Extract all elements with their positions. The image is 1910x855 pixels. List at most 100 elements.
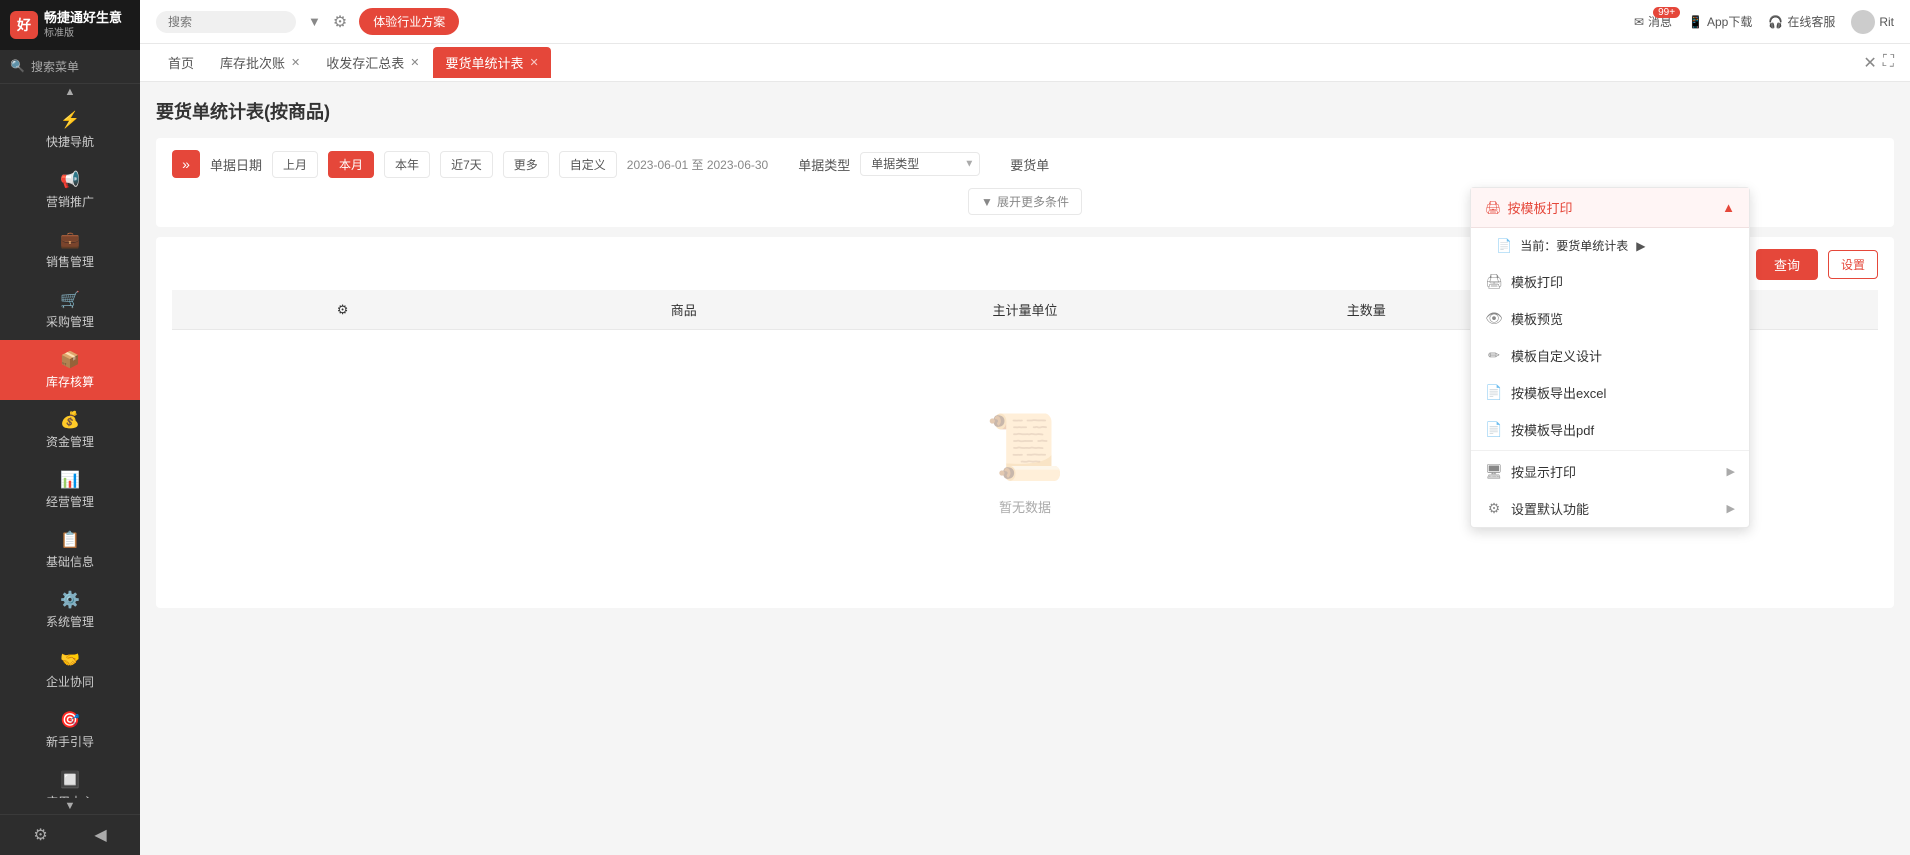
shortcut-icon: ⚡ [60,110,80,130]
tab-close-order-stats[interactable]: ✕ [530,56,539,69]
app-download-icon: 📱 [1688,15,1703,29]
message-btn[interactable]: ✉ 消息 99+ [1634,13,1672,30]
tab-order-stats[interactable]: 要货单统计表 ✕ [433,47,550,78]
template-preview-label: 模板预览 [1511,309,1563,328]
export-excel-icon: 📄 [1485,384,1503,401]
expand-label: 展开更多条件 [997,193,1069,210]
collab-icon: 🤝 [60,650,80,670]
col-unit: 主计量单位 [854,300,1195,319]
sidebar-item-shortcut[interactable]: ⚡ 快捷导航 [0,100,140,160]
tab-receivable-summary[interactable]: 收发存汇总表 ✕ [314,47,431,78]
sidebar-label-basic: 基础信息 [46,553,94,570]
set-default-chevron-icon: ▶ [1727,502,1735,515]
sidebar-item-collab[interactable]: 🤝 企业协同 [0,640,140,700]
dropdown-export-excel[interactable]: 📄 按模板导出excel [1471,374,1749,411]
date-btn-more[interactable]: 更多 [503,151,549,178]
sidebar-item-sales[interactable]: 💼 销售管理 [0,220,140,280]
sidebar-label-guide: 新手引导 [46,733,94,750]
apps-icon: 🔲 [60,770,80,790]
user-avatar [1851,10,1875,34]
tab-label-inventory-batch: 库存批次账 [220,53,285,72]
sidebar-item-finance[interactable]: 💰 资金管理 [0,400,140,460]
main-area: ▼ ⚙ 体验行业方案 ✉ 消息 99+ 📱 App下载 🎧 在线客服 Rit [140,0,1910,855]
sidebar-search[interactable]: 🔍 搜索菜单 [0,50,140,84]
collapse-bottom-icon[interactable]: ◀ [94,825,106,845]
date-btn-prev-month[interactable]: 上月 [272,151,318,178]
tab-label-order-stats: 要货单统计表 [445,53,523,72]
app-name: 畅捷通好生意 [44,10,122,27]
logo-icon: 好 [10,11,38,39]
date-btn-current-month[interactable]: 本月 [328,151,374,178]
display-print-label: 按显示打印 [1511,462,1576,481]
tab-home[interactable]: 首页 [156,47,206,78]
sidebar-label-finance: 资金管理 [46,433,94,450]
inventory-icon: 📦 [60,350,80,370]
scroll-down-btn[interactable]: ▼ [0,798,140,814]
dropdown-title: 按模板打印 [1508,198,1573,217]
topbar-search-input[interactable] [156,11,296,33]
col-goods: 商品 [513,300,854,319]
scroll-up-btn[interactable]: ▲ [0,84,140,100]
set-default-label: 设置默认功能 [1511,499,1589,518]
topbar-gear-icon[interactable]: ⚙ [333,12,347,32]
sidebar-item-inventory[interactable]: 📦 库存核算 [0,340,140,400]
tab-expand-icon[interactable]: ⛶ [1883,53,1894,73]
dropdown-chevron-up-icon[interactable]: ▲ [1722,200,1735,215]
dropdown-template-design[interactable]: ✏ 模板自定义设计 [1471,337,1749,374]
sidebar-item-apps[interactable]: 🔲 应用中心 [0,760,140,798]
tabbar: 首页 库存批次账 ✕ 收发存汇总表 ✕ 要货单统计表 ✕ ✕ ⛶ [140,44,1910,82]
date-range-display: 2023-06-01 至 2023-06-30 [627,156,768,173]
order-type-label: 单据类型 [798,155,850,174]
trial-button[interactable]: 体验行业方案 [359,8,459,35]
marketing-icon: 📢 [60,170,80,190]
tab-close-receivable-summary[interactable]: ✕ [410,56,419,69]
template-design-icon: ✏ [1485,347,1503,364]
tab-close-all-icon[interactable]: ✕ [1863,53,1876,73]
topbar: ▼ ⚙ 体验行业方案 ✉ 消息 99+ 📱 App下载 🎧 在线客服 Rit [140,0,1910,44]
settings-btn[interactable]: 设置 [1828,250,1878,279]
query-btn[interactable]: 查询 [1756,249,1818,280]
user-name: Rit [1879,15,1894,29]
dropdown-display-print[interactable]: 🖥 按显示打印 ▶ [1471,453,1749,490]
filter-toggle-btn[interactable]: » [172,150,200,178]
purchase-icon: 🛒 [60,290,80,310]
expand-btn[interactable]: ▼ 展开更多条件 [968,188,1082,215]
sidebar-item-marketing[interactable]: 📢 营销推广 [0,160,140,220]
sidebar-item-operations[interactable]: 📊 经营管理 [0,460,140,520]
sidebar-search-label: 搜索菜单 [31,58,79,75]
tab-inventory-batch[interactable]: 库存批次账 ✕ [208,47,312,78]
date-btn-custom[interactable]: 自定义 [559,151,617,178]
template-preview-icon: 👁 [1485,310,1503,327]
dropdown-print-icon: 🖨 [1485,200,1502,216]
settings-bottom-icon[interactable]: ⚙ [33,825,47,845]
sidebar-item-system[interactable]: ⚙️ 系统管理 [0,580,140,640]
sidebar-label-purchase: 采购管理 [46,313,94,330]
date-btn-7days[interactable]: 近7天 [440,151,493,178]
template-print-label: 模板打印 [1511,272,1563,291]
display-print-icon: 🖥 [1485,463,1503,480]
tab-close-inventory-batch[interactable]: ✕ [291,56,300,69]
sidebar-label-marketing: 营销推广 [46,193,94,210]
online-service-btn[interactable]: 🎧 在线客服 [1768,13,1835,30]
dropdown-template-print[interactable]: 🖨 模板打印 [1471,263,1749,300]
sidebar-item-basic[interactable]: 📋 基础信息 [0,520,140,580]
dropdown-header[interactable]: 🖨 按模板打印 ▲ [1471,188,1749,228]
sidebar-item-purchase[interactable]: 🛒 采购管理 [0,280,140,340]
app-download-btn[interactable]: 📱 App下载 [1688,13,1752,30]
app-logo: 好 畅捷通好生意 标准版 [0,0,140,50]
sidebar-label-shortcut: 快捷导航 [46,133,94,150]
operations-icon: 📊 [60,470,80,490]
order-type-select[interactable]: 单据类型 [860,152,980,176]
date-btn-current-year[interactable]: 本年 [384,151,430,178]
dropdown-current-item[interactable]: 📄 当前：要货单统计表 ▶ [1471,228,1749,263]
col-settings[interactable]: ⚙ [172,302,513,318]
expand-chevron-icon: ▼ [981,195,993,209]
sidebar-item-guide[interactable]: 🎯 新手引导 [0,700,140,760]
dropdown-export-pdf[interactable]: 📄 按模板导出pdf [1471,411,1749,448]
search-icon: 🔍 [10,59,25,73]
current-template-label: 当前：要货单统计表 [1520,237,1628,254]
topbar-dropdown-icon[interactable]: ▼ [308,14,321,29]
dropdown-set-default[interactable]: ⚙ 设置默认功能 ▶ [1471,490,1749,527]
user-avatar-btn[interactable]: Rit [1851,10,1894,34]
dropdown-template-preview[interactable]: 👁 模板预览 [1471,300,1749,337]
